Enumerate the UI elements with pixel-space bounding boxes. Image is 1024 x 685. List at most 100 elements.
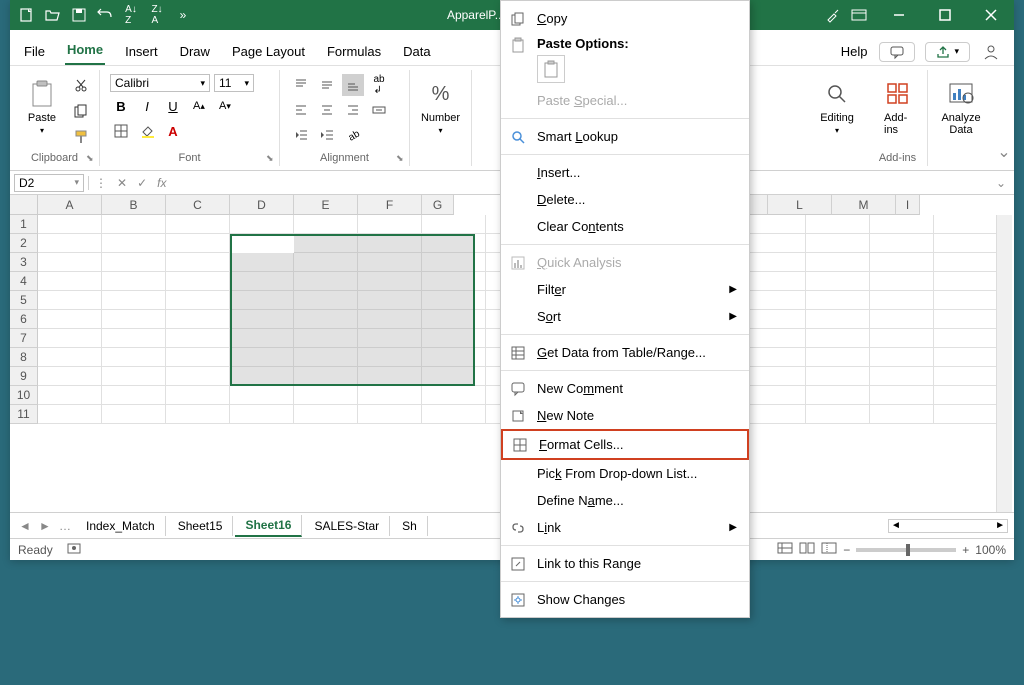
cell[interactable] <box>742 234 806 253</box>
cell[interactable] <box>230 348 294 367</box>
next-sheet-icon[interactable]: ► <box>36 519 54 533</box>
align-left-icon[interactable] <box>290 99 312 121</box>
cell[interactable] <box>358 253 422 272</box>
cell[interactable] <box>806 253 870 272</box>
fill-color-icon[interactable] <box>136 120 158 142</box>
row-header[interactable]: 6 <box>10 310 38 329</box>
cm-copy[interactable]: Copy <box>501 5 749 32</box>
tab-page-layout[interactable]: Page Layout <box>230 38 307 65</box>
cell[interactable] <box>166 234 230 253</box>
cell[interactable] <box>806 405 870 424</box>
cell[interactable] <box>166 291 230 310</box>
cm-clear-contents[interactable]: Clear Contents <box>501 213 749 240</box>
cell[interactable] <box>422 348 486 367</box>
cell[interactable] <box>294 272 358 291</box>
cell[interactable] <box>294 367 358 386</box>
row-header[interactable]: 3 <box>10 253 38 272</box>
cell[interactable] <box>742 253 806 272</box>
cell[interactable] <box>294 310 358 329</box>
bold-icon[interactable]: B <box>110 95 132 117</box>
col-header[interactable]: M <box>832 195 896 215</box>
view-page-break-icon[interactable] <box>821 542 837 557</box>
sheet-list-icon[interactable]: … <box>56 519 74 533</box>
cell[interactable] <box>166 348 230 367</box>
cell[interactable] <box>102 215 166 234</box>
cell[interactable] <box>166 405 230 424</box>
cell[interactable] <box>806 348 870 367</box>
cell[interactable] <box>934 234 998 253</box>
cell[interactable] <box>806 386 870 405</box>
cm-filter[interactable]: Filter▶ <box>501 276 749 303</box>
fx-icon[interactable]: fx <box>157 176 166 190</box>
cell[interactable] <box>358 367 422 386</box>
cell[interactable] <box>934 329 998 348</box>
sort-desc-icon[interactable]: Z↓A <box>148 6 166 24</box>
cell[interactable] <box>166 253 230 272</box>
clipboard-dialog-launcher-icon[interactable]: ⬊ <box>86 153 96 163</box>
cell[interactable] <box>742 386 806 405</box>
paste-button[interactable]: Paste ▾ <box>20 74 64 139</box>
cell[interactable] <box>934 291 998 310</box>
cell[interactable] <box>742 348 806 367</box>
cell[interactable] <box>230 253 294 272</box>
undo-icon[interactable] <box>96 6 114 24</box>
cell[interactable] <box>870 215 934 234</box>
cell[interactable] <box>166 386 230 405</box>
tab-file[interactable]: File <box>22 38 47 65</box>
cell[interactable] <box>806 234 870 253</box>
cell[interactable] <box>358 329 422 348</box>
zoom-slider[interactable] <box>856 548 956 552</box>
namebox[interactable]: D2▾ <box>14 174 84 192</box>
expand-formula-icon[interactable]: ⌄ <box>988 176 1014 190</box>
cell[interactable] <box>166 215 230 234</box>
cell[interactable] <box>38 291 102 310</box>
cell[interactable] <box>230 234 294 253</box>
cell[interactable] <box>358 348 422 367</box>
cut-icon[interactable] <box>70 74 92 96</box>
sheet-tab[interactable]: SALES-Star <box>304 516 390 536</box>
macro-record-icon[interactable] <box>67 541 83 558</box>
cell[interactable] <box>422 367 486 386</box>
cell[interactable] <box>806 215 870 234</box>
eyedropper-icon[interactable] <box>824 6 842 24</box>
cell[interactable] <box>38 253 102 272</box>
cell[interactable] <box>230 215 294 234</box>
cm-insert[interactable]: Insert... <box>501 159 749 186</box>
view-normal-icon[interactable] <box>777 542 793 557</box>
sheet-tab[interactable]: Sheet16 <box>235 515 302 537</box>
cell[interactable] <box>230 272 294 291</box>
row-header[interactable]: 7 <box>10 329 38 348</box>
cell[interactable] <box>38 215 102 234</box>
cm-new-comment[interactable]: New Comment <box>501 375 749 402</box>
cell[interactable] <box>742 272 806 291</box>
horizontal-scrollbar[interactable]: ◄► <box>888 519 1008 533</box>
borders-icon[interactable] <box>110 120 132 142</box>
font-dialog-launcher-icon[interactable]: ⬊ <box>266 153 276 163</box>
cell[interactable] <box>870 348 934 367</box>
align-center-icon[interactable] <box>316 99 338 121</box>
cell[interactable] <box>870 405 934 424</box>
sort-asc-icon[interactable]: A↓Z <box>122 6 140 24</box>
sheet-tab[interactable]: Index_Match <box>76 516 166 536</box>
cell[interactable] <box>806 310 870 329</box>
comments-button[interactable] <box>879 42 915 62</box>
new-file-icon[interactable] <box>18 6 36 24</box>
cell[interactable] <box>294 329 358 348</box>
cell[interactable] <box>934 272 998 291</box>
orientation-icon[interactable]: ab <box>342 124 364 146</box>
cm-pick-list[interactable]: Pick From Drop-down List... <box>501 460 749 487</box>
cell[interactable] <box>166 329 230 348</box>
cell[interactable] <box>422 386 486 405</box>
cell[interactable] <box>422 291 486 310</box>
tab-data[interactable]: Data <box>401 38 432 65</box>
cell[interactable] <box>166 367 230 386</box>
format-painter-icon[interactable] <box>70 126 92 148</box>
cm-link[interactable]: Link▶ <box>501 514 749 541</box>
tab-help[interactable]: Help <box>839 38 870 65</box>
row-header[interactable]: 11 <box>10 405 38 424</box>
cell[interactable] <box>294 234 358 253</box>
cell[interactable] <box>422 310 486 329</box>
cell[interactable] <box>934 215 998 234</box>
cm-define-name[interactable]: Define Name... <box>501 487 749 514</box>
cell[interactable] <box>422 272 486 291</box>
